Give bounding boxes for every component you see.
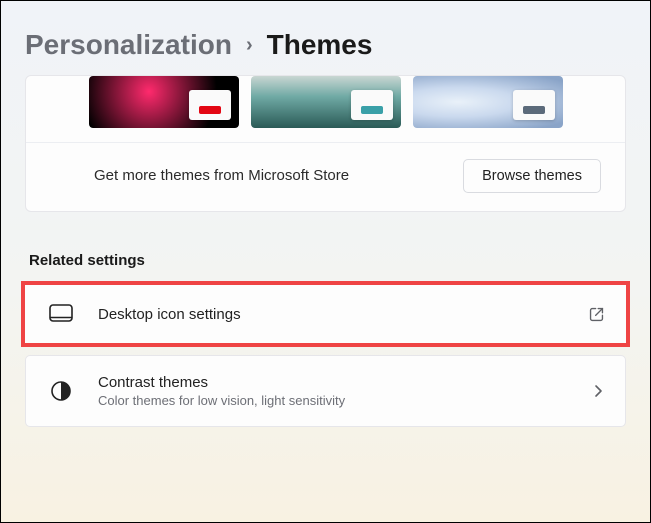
theme-thumbnail[interactable] (89, 76, 239, 128)
row-subtitle: Color themes for low vision, light sensi… (98, 393, 345, 408)
browse-themes-button[interactable]: Browse themes (463, 159, 601, 193)
desktop-icon-settings-row[interactable]: Desktop icon settings (25, 285, 626, 343)
contrast-icon (48, 380, 74, 402)
open-external-icon (588, 306, 605, 323)
store-text: Get more themes from Microsoft Store (94, 166, 349, 186)
row-title: Desktop icon settings (98, 306, 241, 323)
theme-thumbnail[interactable] (413, 76, 563, 128)
chevron-right-icon (591, 384, 605, 398)
breadcrumb: Personalization › Themes (25, 29, 626, 61)
page-title: Themes (267, 29, 373, 61)
contrast-themes-row[interactable]: Contrast themes Color themes for low vis… (25, 355, 626, 427)
section-header-related: Related settings (29, 252, 626, 269)
desktop-icon (48, 304, 74, 324)
breadcrumb-parent[interactable]: Personalization (25, 29, 232, 61)
theme-thumbnail[interactable] (251, 76, 401, 128)
themes-card: Get more themes from Microsoft Store Bro… (25, 75, 626, 212)
theme-thumbnails (26, 76, 625, 142)
row-title: Contrast themes (98, 374, 345, 391)
chevron-right-icon: › (246, 34, 253, 57)
store-row: Get more themes from Microsoft Store Bro… (26, 142, 625, 211)
